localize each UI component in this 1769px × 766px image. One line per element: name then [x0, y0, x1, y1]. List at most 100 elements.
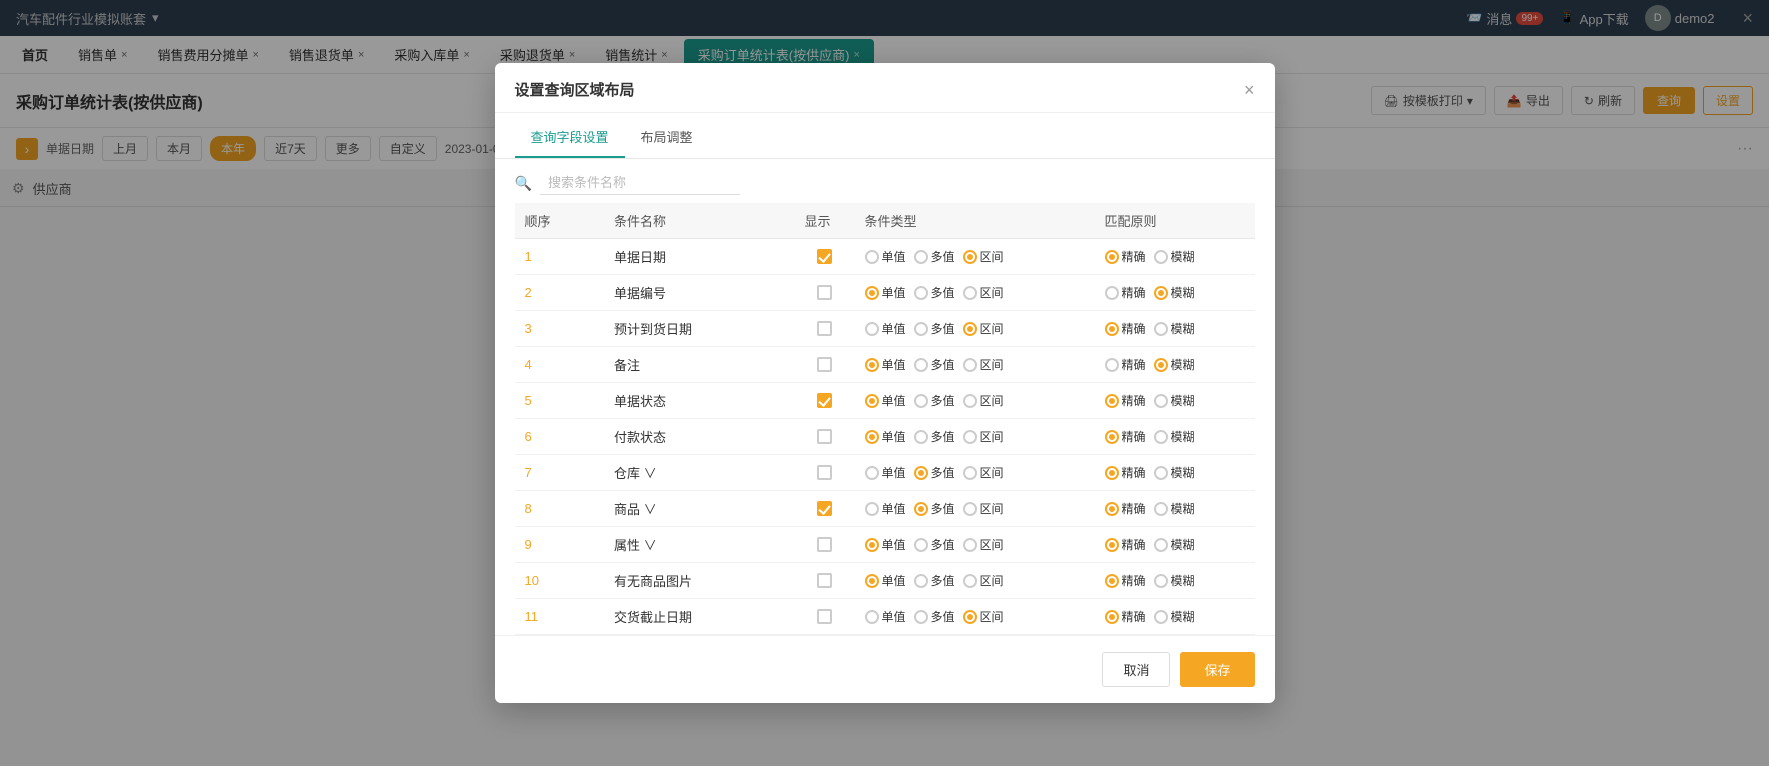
radio-type-single[interactable]: 单值 — [865, 500, 906, 517]
row-order: 3 — [515, 311, 604, 347]
radio-type-range[interactable]: 区间 — [963, 356, 1004, 373]
radio-type-single[interactable]: 单值 — [865, 464, 906, 481]
modal-tab-query-fields[interactable]: 查询字段设置 — [515, 117, 625, 158]
radio-type-multi[interactable]: 多值 — [914, 500, 955, 517]
col-header-type: 条件类型 — [855, 203, 1095, 239]
radio-match-exact[interactable]: 精确 — [1105, 536, 1146, 553]
radio-type-multi[interactable]: 多值 — [914, 572, 955, 589]
modal-close-btn[interactable]: × — [1244, 81, 1255, 99]
row-name: 单据状态 — [604, 383, 795, 419]
show-checkbox[interactable] — [817, 357, 832, 372]
col-header-match: 匹配原则 — [1095, 203, 1255, 239]
col-header-name: 条件名称 — [604, 203, 795, 239]
cancel-label: 取消 — [1123, 663, 1149, 678]
save-btn[interactable]: 保存 — [1180, 652, 1254, 687]
radio-type-single[interactable]: 单值 — [865, 608, 906, 625]
row-order: 7 — [515, 455, 604, 491]
radio-type-multi[interactable]: 多值 — [914, 248, 955, 265]
radio-match-exact[interactable]: 精确 — [1105, 284, 1146, 301]
radio-match-exact[interactable]: 精确 — [1105, 572, 1146, 589]
row-match-rule: 精确模糊 — [1095, 275, 1255, 311]
modal-tab-layout[interactable]: 布局调整 — [625, 117, 709, 158]
save-label: 保存 — [1204, 663, 1230, 678]
radio-match-fuzzy[interactable]: 模糊 — [1154, 428, 1195, 445]
radio-match-fuzzy[interactable]: 模糊 — [1154, 284, 1195, 301]
radio-match-fuzzy[interactable]: 模糊 — [1154, 392, 1195, 409]
radio-type-single[interactable]: 单值 — [865, 428, 906, 445]
show-checkbox[interactable] — [817, 609, 832, 624]
radio-type-multi[interactable]: 多值 — [914, 356, 955, 373]
row-condition-type: 单值多值区间 — [855, 239, 1095, 275]
radio-type-multi[interactable]: 多值 — [914, 608, 955, 625]
radio-type-single[interactable]: 单值 — [865, 392, 906, 409]
radio-match-fuzzy[interactable]: 模糊 — [1154, 572, 1195, 589]
radio-type-multi[interactable]: 多值 — [914, 284, 955, 301]
show-checkbox[interactable] — [817, 501, 832, 516]
table-row: 3预计到货日期单值多值区间精确模糊 — [515, 311, 1255, 347]
row-show — [795, 563, 855, 599]
table-row: 2单据编号单值多值区间精确模糊 — [515, 275, 1255, 311]
radio-match-fuzzy[interactable]: 模糊 — [1154, 356, 1195, 373]
row-name: 单据日期 — [604, 239, 795, 275]
modal-tab-bar: 查询字段设置 布局调整 — [495, 117, 1275, 159]
radio-type-single[interactable]: 单值 — [865, 248, 906, 265]
radio-match-exact[interactable]: 精确 — [1105, 428, 1146, 445]
radio-type-single[interactable]: 单值 — [865, 284, 906, 301]
show-checkbox[interactable] — [817, 249, 832, 264]
radio-match-exact[interactable]: 精确 — [1105, 248, 1146, 265]
table-row: 6付款状态单值多值区间精确模糊 — [515, 419, 1255, 455]
radio-type-range[interactable]: 区间 — [963, 392, 1004, 409]
modal-table-area: 顺序 条件名称 显示 条件类型 匹配原则 1单据日期单值多值区间精确模糊2单据编… — [495, 203, 1275, 635]
radio-type-multi[interactable]: 多值 — [914, 536, 955, 553]
show-checkbox[interactable] — [817, 429, 832, 444]
radio-match-exact[interactable]: 精确 — [1105, 320, 1146, 337]
radio-match-exact[interactable]: 精确 — [1105, 464, 1146, 481]
radio-match-fuzzy[interactable]: 模糊 — [1154, 608, 1195, 625]
show-checkbox[interactable] — [817, 321, 832, 336]
row-condition-type: 单值多值区间 — [855, 599, 1095, 635]
radio-type-range[interactable]: 区间 — [963, 500, 1004, 517]
radio-match-exact[interactable]: 精确 — [1105, 392, 1146, 409]
row-name: 商品 ∨ — [604, 491, 795, 527]
radio-type-single[interactable]: 单值 — [865, 536, 906, 553]
search-icon: 🔍 — [515, 175, 532, 192]
row-condition-type: 单值多值区间 — [855, 347, 1095, 383]
radio-type-range[interactable]: 区间 — [963, 536, 1004, 553]
radio-type-multi[interactable]: 多值 — [914, 428, 955, 445]
radio-type-multi[interactable]: 多值 — [914, 392, 955, 409]
radio-type-single[interactable]: 单值 — [865, 356, 906, 373]
show-checkbox[interactable] — [817, 537, 832, 552]
radio-match-fuzzy[interactable]: 模糊 — [1154, 536, 1195, 553]
radio-match-exact[interactable]: 精确 — [1105, 500, 1146, 517]
radio-type-multi[interactable]: 多值 — [914, 464, 955, 481]
radio-match-fuzzy[interactable]: 模糊 — [1154, 464, 1195, 481]
radio-type-range[interactable]: 区间 — [963, 428, 1004, 445]
row-condition-type: 单值多值区间 — [855, 275, 1095, 311]
radio-type-range[interactable]: 区间 — [963, 572, 1004, 589]
radio-type-range[interactable]: 区间 — [963, 284, 1004, 301]
row-name: 有无商品图片 — [604, 563, 795, 599]
radio-type-multi[interactable]: 多值 — [914, 320, 955, 337]
show-checkbox[interactable] — [817, 285, 832, 300]
modal-header: 设置查询区域布局 × — [495, 63, 1275, 113]
radio-type-range[interactable]: 区间 — [963, 248, 1004, 265]
radio-match-fuzzy[interactable]: 模糊 — [1154, 500, 1195, 517]
show-checkbox[interactable] — [817, 465, 832, 480]
radio-type-single[interactable]: 单值 — [865, 572, 906, 589]
radio-type-range[interactable]: 区间 — [963, 464, 1004, 481]
row-show — [795, 311, 855, 347]
show-checkbox[interactable] — [817, 393, 832, 408]
table-row: 4备注单值多值区间精确模糊 — [515, 347, 1255, 383]
radio-type-range[interactable]: 区间 — [963, 320, 1004, 337]
cancel-btn[interactable]: 取消 — [1102, 652, 1170, 687]
radio-match-exact[interactable]: 精确 — [1105, 356, 1146, 373]
radio-type-range[interactable]: 区间 — [963, 608, 1004, 625]
radio-type-single[interactable]: 单值 — [865, 320, 906, 337]
row-show — [795, 347, 855, 383]
radio-match-fuzzy[interactable]: 模糊 — [1154, 320, 1195, 337]
radio-match-fuzzy[interactable]: 模糊 — [1154, 248, 1195, 265]
radio-match-exact[interactable]: 精确 — [1105, 608, 1146, 625]
row-show — [795, 419, 855, 455]
search-input[interactable] — [540, 171, 740, 195]
show-checkbox[interactable] — [817, 573, 832, 588]
